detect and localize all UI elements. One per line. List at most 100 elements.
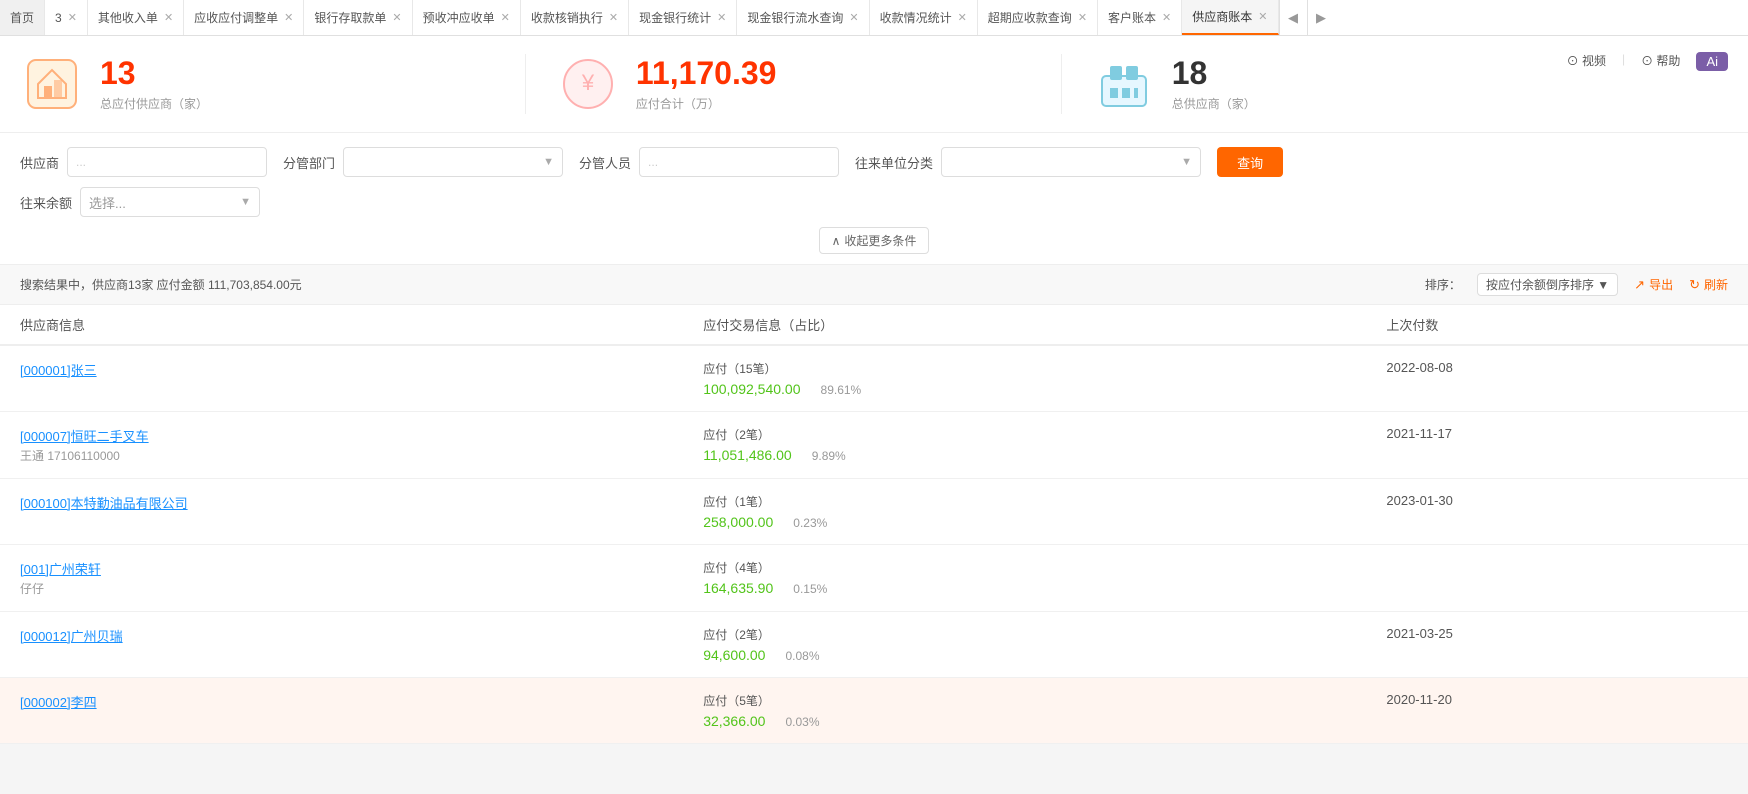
refresh-icon: ↻ (1689, 277, 1700, 293)
supplier-payable-icon (20, 52, 84, 116)
supplier-filter: 供应商 ... (20, 147, 267, 177)
txn-amount-0[interactable]: 100,092,540.00 (703, 381, 800, 397)
txn-percent-3: 0.15% (793, 582, 827, 596)
nav-tab-overdue[interactable]: 超期应收款查询 ✕ (978, 0, 1098, 35)
close-icon[interactable]: ✕ (68, 11, 77, 24)
close-icon[interactable]: ✕ (1162, 11, 1171, 24)
txn-label-3: 应付（4笔） (703, 559, 1386, 576)
close-icon[interactable]: ✕ (284, 11, 293, 24)
supplier-name-4[interactable]: [000012]广州贝瑞 (20, 626, 703, 645)
last-pay-4: 2021-03-25 (1386, 626, 1728, 663)
supplier-input[interactable]: ... (67, 147, 267, 177)
nav-tab-bank[interactable]: 银行存取款单 ✕ (304, 0, 412, 35)
supplier-info-4: [000012]广州贝瑞 (20, 626, 703, 663)
summary-card-2: ¥ 11,170.39 应付合计（万） (556, 52, 1031, 116)
txn-info-5: 应付（5笔） 32,366.00 0.03% (703, 692, 1386, 729)
close-icon[interactable]: ✕ (392, 11, 401, 24)
last-pay-3 (1386, 559, 1728, 597)
sort-select[interactable]: 按应付余额倒序排序 ▼ (1477, 273, 1618, 296)
supplier-payable-number: 13 (100, 56, 208, 91)
export-button[interactable]: ↗ 导出 (1634, 276, 1673, 293)
query-button[interactable]: 查询 (1217, 147, 1283, 177)
close-icon[interactable]: ✕ (958, 11, 967, 24)
txn-info-2: 应付（1笔） 258,000.00 0.23% (703, 493, 1386, 530)
nav-tab-adjust[interactable]: 应收应付调整单 ✕ (184, 0, 304, 35)
supplier-name-1[interactable]: [000007]恒旺二手叉车 (20, 426, 703, 445)
top-right-links: ⊙ 视频 | ⊙ 帮助 Ai (1567, 52, 1728, 71)
close-icon[interactable]: ✕ (1258, 10, 1267, 23)
nav-prev-arrow[interactable]: ◀ (1279, 0, 1307, 35)
supplier-name-2[interactable]: [000100]本特勤油品有限公司 (20, 493, 703, 512)
nav-tab-prepay[interactable]: 预收冲应收单 ✕ (413, 0, 521, 35)
supplier-name-3[interactable]: [001]广州荣轩 (20, 559, 703, 578)
filter-bar: 供应商 ... 分管部门 ▼ 分管人员 ... 往来单位分类 ▼ 查询 (0, 133, 1748, 265)
txn-row-1: 11,051,486.00 9.89% (703, 447, 1386, 463)
close-icon[interactable]: ✕ (1078, 11, 1087, 24)
dept-select[interactable]: ▼ (343, 147, 563, 177)
close-icon[interactable]: ✕ (501, 11, 510, 24)
card-2-content: 11,170.39 应付合计（万） (636, 56, 777, 112)
table-row: [001]广州荣轩 仔仔 应付（4笔） 164,635.90 0.15% (0, 545, 1748, 612)
unit-label: 往来单位分类 (855, 153, 933, 172)
person-filter: 分管人员 ... (579, 147, 839, 177)
nav-tab-other-income[interactable]: 其他收入单 ✕ (88, 0, 184, 35)
nav-tab-3[interactable]: 3 ✕ (45, 0, 88, 35)
table-header: 供应商信息 应付交易信息（占比） 上次付数 (0, 305, 1748, 346)
supplier-name-5[interactable]: [000002]李四 (20, 692, 703, 711)
export-icon: ↗ (1634, 277, 1645, 293)
supplier-info-1: [000007]恒旺二手叉车 王通 17106110000 (20, 426, 703, 464)
summary-card-3: 18 总供应商（家） (1092, 52, 1567, 116)
results-summary: 搜索结果中，供应商13家 应付金额 111,703,854.00元 (20, 276, 302, 293)
col-supplier: 供应商信息 (20, 315, 703, 334)
txn-row-0: 100,092,540.00 89.61% (703, 381, 1386, 397)
supplier-sub-3: 仔仔 (20, 580, 703, 597)
nav-tab-home[interactable]: 首页 (0, 0, 45, 35)
payable-total-number: 11,170.39 (636, 56, 777, 91)
nav-tab-supplier[interactable]: 供应商账本 ✕ (1182, 0, 1278, 35)
txn-label-2: 应付（1笔） (703, 493, 1386, 510)
txn-amount-1[interactable]: 11,051,486.00 (703, 447, 792, 463)
nav-next-arrow[interactable]: ▶ (1307, 0, 1335, 35)
card-divider-2 (1061, 54, 1062, 114)
supplier-payable-label: 总应付供应商（家） (100, 95, 208, 112)
close-icon[interactable]: ✕ (849, 11, 858, 24)
txn-info-1: 应付（2笔） 11,051,486.00 9.89% (703, 426, 1386, 464)
col-txn: 应付交易信息（占比） (703, 315, 1386, 334)
txn-amount-3[interactable]: 164,635.90 (703, 580, 773, 596)
txn-amount-5[interactable]: 32,366.00 (703, 713, 765, 729)
txn-row-3: 164,635.90 0.15% (703, 580, 1386, 596)
col-last-pay: 上次付数 (1386, 315, 1728, 334)
txn-row-5: 32,366.00 0.03% (703, 713, 1386, 729)
divider: | (1622, 52, 1625, 71)
txn-label-0: 应付（15笔） (703, 360, 1386, 377)
data-table: 供应商信息 应付交易信息（占比） 上次付数 [000001]张三 应付（15笔）… (0, 305, 1748, 744)
nav-tab-collect[interactable]: 收款核销执行 ✕ (521, 0, 629, 35)
close-icon[interactable]: ✕ (609, 11, 618, 24)
card-divider-1 (525, 54, 526, 114)
nav-tab-collect-stat[interactable]: 收款情况统计 ✕ (870, 0, 978, 35)
txn-percent-1: 9.89% (812, 449, 846, 463)
nav-tab-cash-stat[interactable]: 现金银行统计 ✕ (629, 0, 737, 35)
person-input[interactable]: ... (639, 147, 839, 177)
balance-label: 往来余额 (20, 193, 72, 212)
close-icon[interactable]: ✕ (164, 11, 173, 24)
close-icon[interactable]: ✕ (717, 11, 726, 24)
last-pay-date-5: 2020-11-20 (1386, 692, 1452, 707)
txn-amount-2[interactable]: 258,000.00 (703, 514, 773, 530)
ai-button[interactable]: Ai (1696, 52, 1728, 71)
collapse-button[interactable]: ∧ 收起更多条件 (819, 227, 930, 254)
txn-amount-4[interactable]: 94,600.00 (703, 647, 765, 663)
nav-tab-cash-flow[interactable]: 现金银行流水查询 ✕ (737, 0, 869, 35)
video-link[interactable]: ⊙ 视频 (1567, 52, 1606, 71)
supplier-name-0[interactable]: [000001]张三 (20, 360, 703, 379)
balance-select[interactable]: 选择... ▼ (80, 187, 260, 217)
nav-tab-customer[interactable]: 客户账本 ✕ (1098, 0, 1182, 35)
refresh-button[interactable]: ↻ 刷新 (1689, 276, 1728, 293)
txn-info-0: 应付（15笔） 100,092,540.00 89.61% (703, 360, 1386, 397)
table-row: [000100]本特勤油品有限公司 应付（1笔） 258,000.00 0.23… (0, 479, 1748, 545)
unit-select[interactable]: ▼ (941, 147, 1201, 177)
help-link[interactable]: ⊙ 帮助 (1641, 52, 1680, 71)
last-pay-date-1: 2021-11-17 (1386, 426, 1452, 441)
chevron-up-icon: ∧ (832, 234, 841, 248)
last-pay-date-4: 2021-03-25 (1386, 626, 1453, 641)
